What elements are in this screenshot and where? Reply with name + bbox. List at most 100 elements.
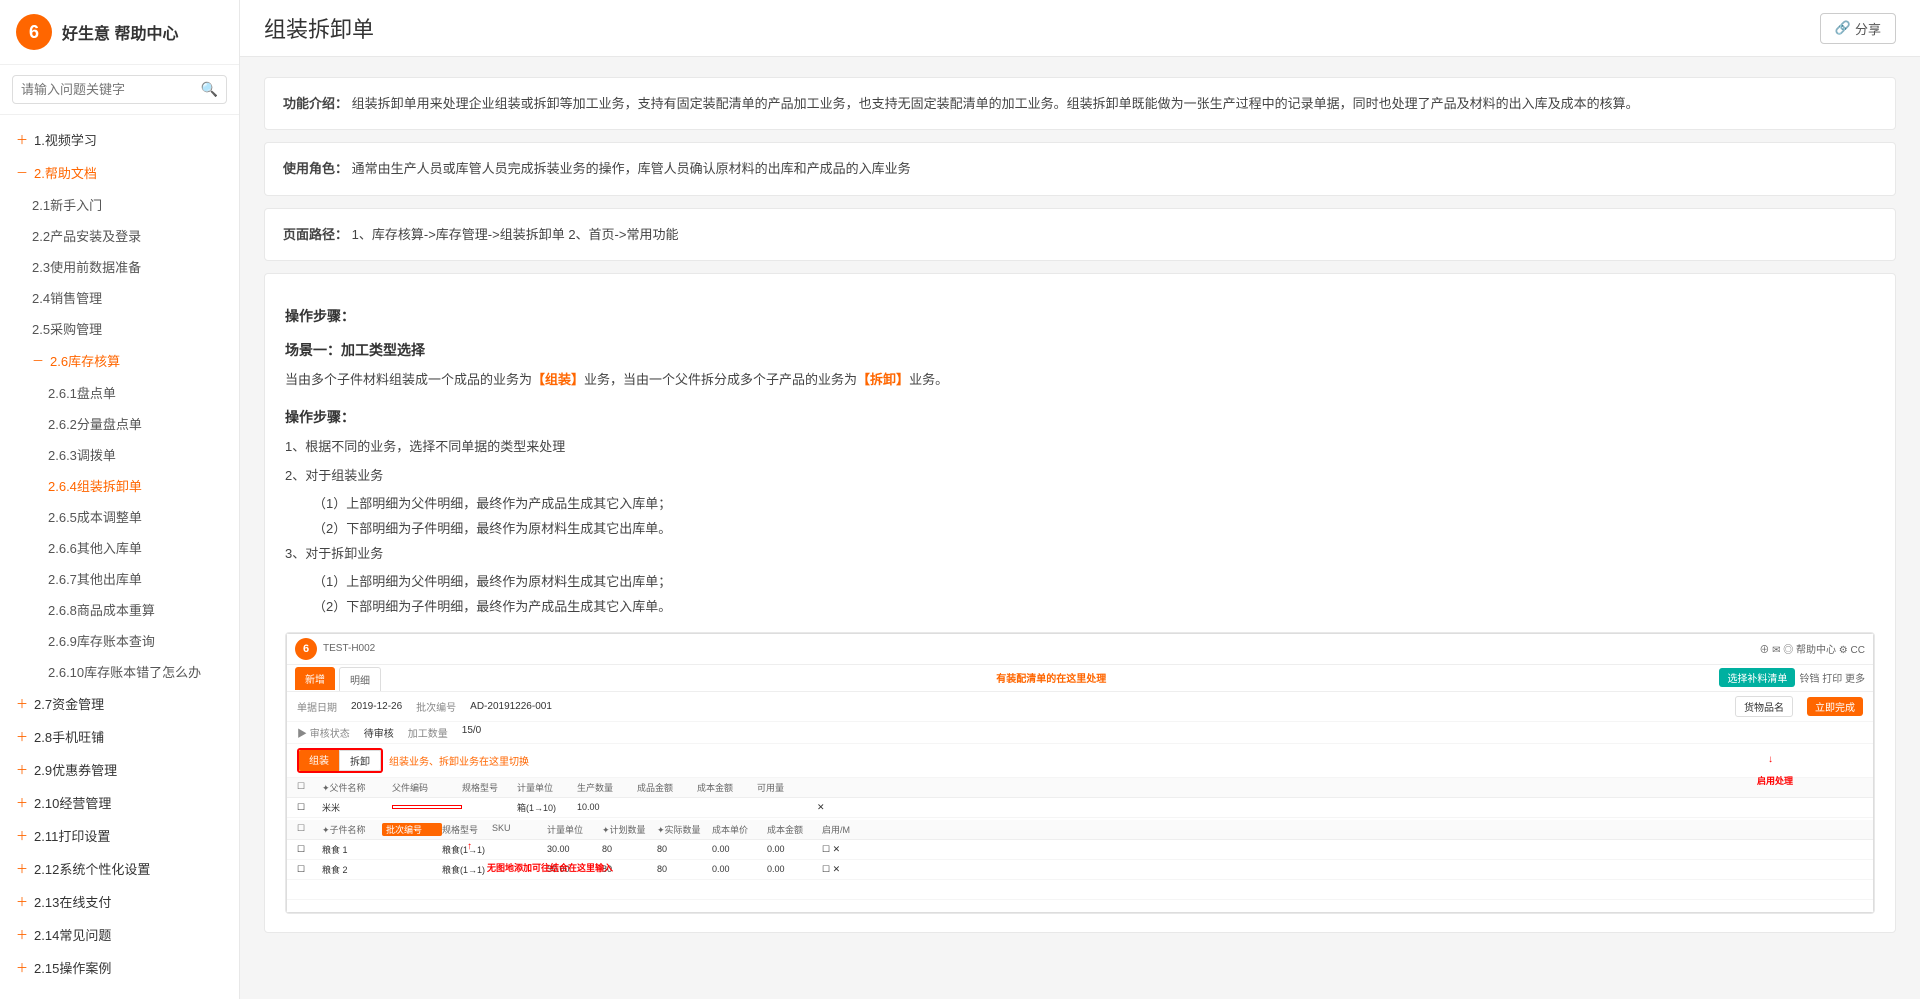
sidebar-item-s2_6_10[interactable]: 2.6.10库存账本错了怎么办 — [0, 656, 239, 687]
cell-code-input[interactable] — [392, 805, 462, 809]
role-block: 使用角色： 通常由生产人员或库管人员完成拆装业务的操作，库管人员确认原材料的出库… — [264, 142, 1896, 195]
sidebar-item-s1[interactable]: ＋ 1.视频学习 — [0, 123, 239, 156]
share-button[interactable]: 🔗 分享 — [1820, 13, 1896, 44]
minus-icon: － — [16, 164, 28, 181]
cell-name: 米米 — [322, 801, 392, 814]
sidebar-item-s2_13[interactable]: ＋ 2.13在线支付 — [0, 885, 239, 918]
fake-label-num: 加工数量 — [408, 725, 448, 740]
ops-steps-heading: 操作步骤： — [285, 407, 1875, 427]
search-box: 🔍 — [12, 75, 227, 104]
plus-icon-2_15: ＋ — [16, 959, 28, 976]
scol-check: ☐ — [297, 823, 322, 836]
sidebar-item-s2_6_1[interactable]: 2.6.1盘点单 — [0, 377, 239, 408]
fake-btn-confirm[interactable]: 选择补料清单 — [1719, 668, 1795, 687]
sidebar-item-s2_12[interactable]: ＋ 2.12系统个性化设置 — [0, 852, 239, 885]
fake-toggle-assemble[interactable]: 组装 — [299, 750, 339, 771]
sidebar-item-s2_8[interactable]: ＋ 2.8手机旺铺 — [0, 720, 239, 753]
fake-search-input[interactable]: 货物品名 — [1735, 696, 1793, 717]
sidebar-item-s2_6[interactable]: － 2.6库存核算 — [0, 344, 239, 377]
sidebar-item-s2_5[interactable]: 2.5采购管理 — [0, 313, 239, 344]
col-avail: 可用量 — [757, 781, 817, 794]
fake-actions: 铃铛 打印 更多 — [1799, 670, 1865, 685]
sidebar-item-s2_6_6[interactable]: 2.6.6其他入库单 — [0, 532, 239, 563]
sidebar: 6 好生意 帮助中心 🔍 ＋ 1.视频学习 － 2.帮助文档 2.1新手入门 2… — [0, 0, 240, 999]
sidebar-item-s2_11[interactable]: ＋ 2.11打印设置 — [0, 819, 239, 852]
fake-search-placeholder: 货物品名 — [1744, 699, 1784, 714]
fake-subrow-1: ☐ 粮食 1 粮食(1→1) 30.00 80 80 0.00 0.00 ☐ ✕ — [287, 840, 1873, 860]
search-area: 🔍 — [0, 65, 239, 115]
fake-table-header: ☐ ✦父件名称 父件编码 规格型号 计量单位 生产数量 成品金额 成本金额 可用… — [287, 778, 1873, 798]
step3-sub2: （2）下部明细为子件明细，最终作为产成品生成其它入库单。 — [285, 595, 1875, 620]
plus-icon-2_11: ＋ — [16, 827, 28, 844]
step2: 2、对于组装业务 — [285, 464, 1875, 489]
arrow-add: ↑ — [467, 841, 472, 852]
sidebar-item-s2_1[interactable]: 2.1新手入门 — [0, 189, 239, 220]
sidebar-item-s2_9[interactable]: ＋ 2.9优惠券管理 — [0, 753, 239, 786]
fake-icons: ⊕ ✉ ◎ 帮助中心 ⚙ CC — [1759, 641, 1865, 656]
sidebar-item-s2_6_3[interactable]: 2.6.3调拨单 — [0, 439, 239, 470]
scol-plan2: ✦计划数量 — [602, 823, 657, 836]
sidebar-item-s2_6_5[interactable]: 2.6.5成本调整单 — [0, 501, 239, 532]
sidebar-item-s2_10[interactable]: ＋ 2.10经营管理 — [0, 786, 239, 819]
sidebar-item-s2_4[interactable]: 2.4销售管理 — [0, 282, 239, 313]
sidebar-item-s2_2[interactable]: 2.2产品安装及登录 — [0, 220, 239, 251]
col-count: 计量单位 — [517, 781, 577, 794]
step2-sub2: （2）下部明细为子件明细，最终作为原材料生成其它出库单。 — [285, 517, 1875, 542]
path-label: 页面路径： — [283, 227, 348, 242]
main-content: 组装拆卸单 🔗 分享 功能介绍： 组装拆卸单用来处理企业组装或拆卸等加工业务，支… — [240, 0, 1920, 999]
col-total: 成本金额 — [697, 781, 757, 794]
tab-new[interactable]: 新增 — [295, 667, 335, 690]
intro-block: 功能介绍： 组装拆卸单用来处理企业组装或拆卸等加工业务，支持有固定装配清单的产品… — [264, 77, 1896, 130]
role-label: 使用角色： — [283, 161, 348, 176]
sidebar-item-s2_6_8[interactable]: 2.6.8商品成本重算 — [0, 594, 239, 625]
sidebar-item-s2[interactable]: － 2.帮助文档 — [0, 156, 239, 189]
ops-heading: 操作步骤： — [285, 306, 1875, 326]
sidebar-item-s2_3[interactable]: 2.3使用前数据准备 — [0, 251, 239, 282]
scol-cost2: 成本金额 — [767, 823, 822, 836]
arrow-enable: ↓ — [1768, 754, 1773, 765]
logo-area: 6 好生意 帮助中心 — [0, 0, 239, 65]
tab-detail[interactable]: 明细 — [339, 667, 381, 691]
minus-icon-2_6: － — [32, 352, 44, 369]
share-icon: 🔗 — [1835, 20, 1851, 36]
sidebar-item-s2_6_7[interactable]: 2.6.7其他出库单 — [0, 563, 239, 594]
sidebar-item-s2_6_2[interactable]: 2.6.2分量盘点单 — [0, 408, 239, 439]
screenshot-inner: 6 TEST-H002 ⊕ ✉ ◎ 帮助中心 ⚙ CC 新增 明细 有装配清单的… — [286, 633, 1874, 913]
col-plan: 生产数量 — [577, 781, 637, 794]
fake-toggle-disassemble[interactable]: 拆卸 — [339, 750, 381, 771]
fake-value-status: 待审核 — [364, 725, 394, 740]
fake-confirm-btn[interactable]: 立即完成 — [1807, 697, 1863, 716]
path-text: 1、库存核算->库存管理->组装拆卸单 2、首页->常用功能 — [352, 227, 679, 242]
sidebar-item-s2_7[interactable]: ＋ 2.7资金管理 — [0, 687, 239, 720]
cell-check: ☐ — [297, 802, 322, 813]
sidebar-item-s2_6_9[interactable]: 2.6.9库存账本查询 — [0, 625, 239, 656]
fake-type-annotation: 组装业务、拆卸业务在这里切换 — [389, 753, 529, 768]
logo-text: 好生意 帮助中心 — [62, 20, 178, 44]
scol-count: 计量单位 — [547, 823, 602, 836]
fake-table-row-1: ☐ 米米 箱(1→10) 10.00 ✕ — [287, 798, 1873, 818]
sidebar-item-s2_14[interactable]: ＋ 2.14常见问题 — [0, 918, 239, 951]
col-parent: ✦父件名称 — [322, 781, 392, 794]
fake-type-toggle[interactable]: 组装 拆卸 — [297, 748, 383, 773]
scol-name: ✦子件名称 — [322, 823, 382, 836]
search-icon[interactable]: 🔍 — [201, 81, 218, 98]
fake-type-row: 组装 拆卸 组装业务、拆卸业务在这里切换 — [287, 744, 1873, 778]
search-input[interactable] — [21, 82, 201, 97]
fake-breadcrumb: TEST-H002 — [323, 643, 375, 654]
fake-annotation-top: 有装配清单的在这里处理 — [383, 670, 1719, 685]
step1: 1、根据不同的业务，选择不同单据的类型来处理 — [285, 435, 1875, 460]
plus-icon-2_9: ＋ — [16, 761, 28, 778]
scol-actual: ✦实际数量 — [657, 823, 712, 836]
cell-plan: 10.00 — [577, 802, 637, 812]
annotation-add: 无图地添加可往结合在这里输入 — [487, 861, 613, 874]
scenario-heading: 场景一：加工类型选择 — [285, 340, 1875, 360]
fake-value-num: 15/0 — [462, 725, 481, 740]
sidebar-item-label: 1.视频学习 — [34, 130, 97, 149]
fake-subtable-header: ☐ ✦子件名称 批次编号 规格型号 SKU 计量单位 ✦计划数量 ✦实际数量 成… — [287, 820, 1873, 840]
scol-cost1: 成本单价 — [712, 823, 767, 836]
fake-label-status: ▶ 审核状态 — [297, 725, 350, 740]
sidebar-item-s2_15[interactable]: ＋ 2.15操作案例 — [0, 951, 239, 984]
annotation-enable: 启用处理 — [1757, 774, 1793, 787]
scol-spec: 规格型号 — [442, 823, 492, 836]
sidebar-item-s2_6_4[interactable]: 2.6.4组装拆卸单 — [0, 470, 239, 501]
